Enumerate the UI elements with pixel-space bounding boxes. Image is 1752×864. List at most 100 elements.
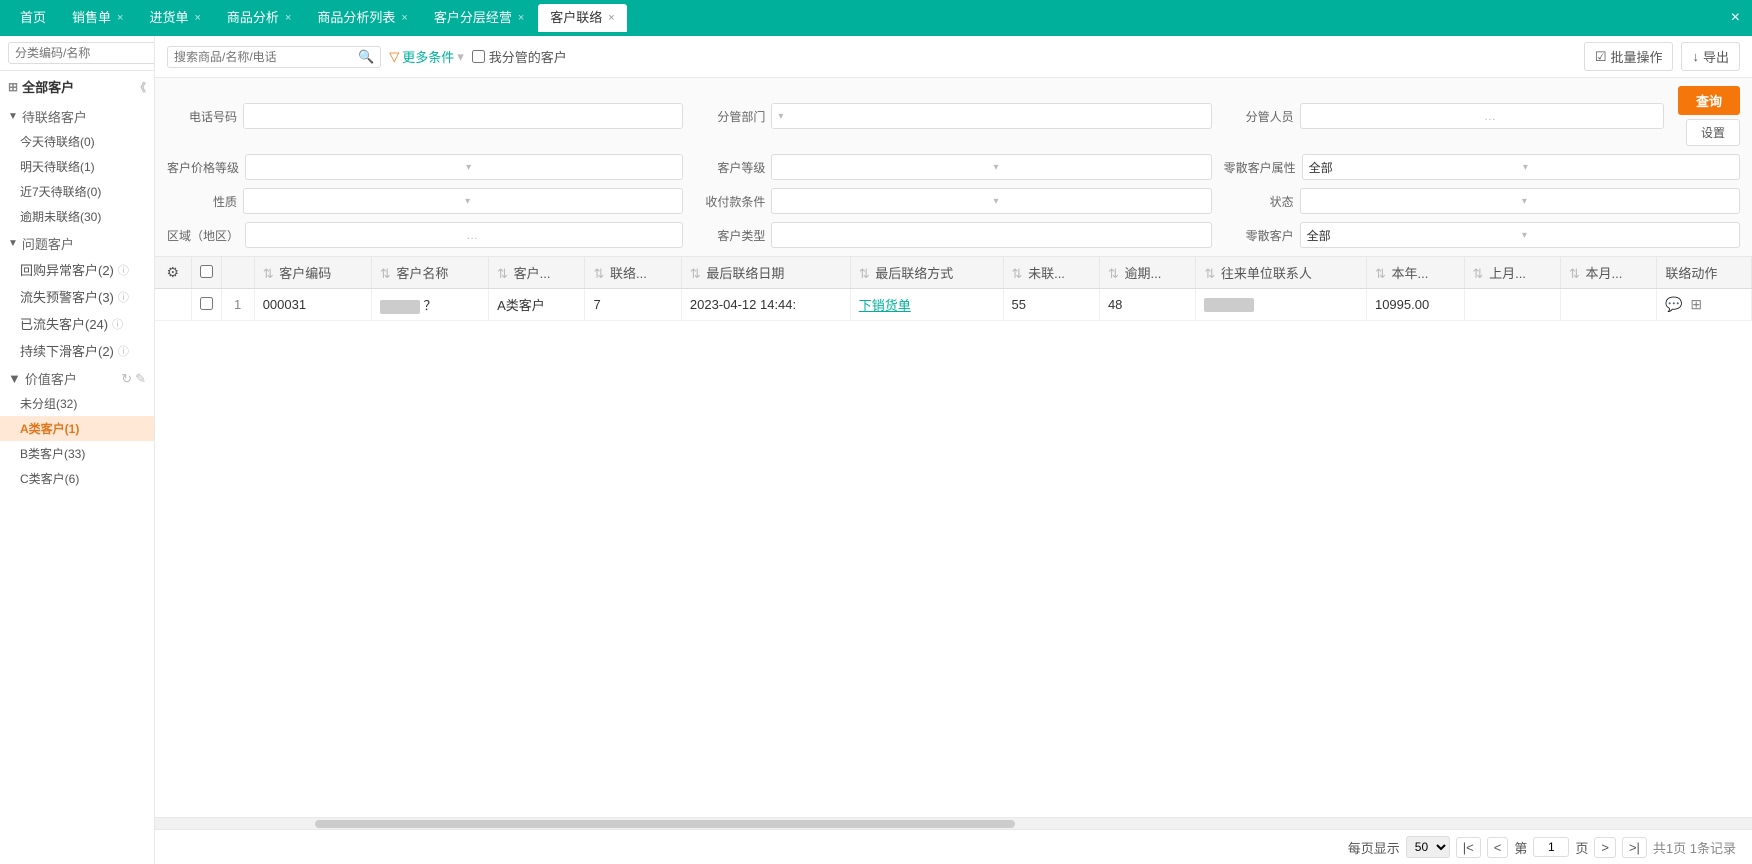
first-page-button[interactable]: |< xyxy=(1456,837,1481,858)
my-customers-checkbox[interactable] xyxy=(472,50,485,63)
col-name-th[interactable]: ⇅ 客户名称 xyxy=(371,257,488,289)
sidebar-problem-group[interactable]: ▼ 问题客户 xyxy=(0,229,154,256)
tab-product-analysis-list[interactable]: 商品分析列表 × xyxy=(305,4,419,32)
refresh-icon[interactable]: ↻ xyxy=(121,371,132,387)
col-last-date-th[interactable]: ⇅ 最后联络日期 xyxy=(681,257,850,289)
sidebar-pending-group[interactable]: ▼ 待联络客户 xyxy=(0,102,154,129)
region-control[interactable]: … xyxy=(245,222,683,248)
row-checkbox[interactable] xyxy=(200,297,213,310)
filter-bar: 🔍 ▽ 更多条件 ▾ 我分管的客户 ☑ 批量操作 ↓ 导出 xyxy=(155,36,1752,78)
filter-search-input[interactable] xyxy=(174,50,354,64)
sidebar-item-tomorrow-pending[interactable]: 明天待联络(1) xyxy=(0,154,154,179)
close-tab-purchase[interactable]: × xyxy=(194,4,200,32)
retail-customer-control[interactable]: 全部 ▾ xyxy=(1300,222,1740,248)
row-action-cell: 💬 ⊞ xyxy=(1657,289,1752,321)
col-level-th[interactable]: ⇅ 客户... xyxy=(489,257,585,289)
contact-qr-icon[interactable]: ⊞ xyxy=(1690,296,1702,312)
window-close-button[interactable]: × xyxy=(1727,5,1744,31)
sidebar-item-repurchase-abnormal[interactable]: 回购异常客户(2) ⓘ xyxy=(0,256,154,283)
col-this-month-th[interactable]: ⇅ 本月... xyxy=(1560,257,1656,289)
col-last-method-th[interactable]: ⇅ 最后联络方式 xyxy=(850,257,1003,289)
tab-product-analysis[interactable]: 商品分析 × xyxy=(215,4,303,32)
contact-chat-icon[interactable]: 💬 xyxy=(1665,296,1682,312)
close-tab-customer-tier[interactable]: × xyxy=(518,4,524,32)
col-this-year-th[interactable]: ⇅ 本年... xyxy=(1366,257,1464,289)
col-name-label: 客户名称 xyxy=(396,266,448,281)
col-last-method-sort: ⇅ xyxy=(859,266,870,281)
sidebar-search-input[interactable] xyxy=(8,42,155,64)
customer-type-label: 客户类型 xyxy=(695,227,765,244)
value-arrow[interactable]: ▼ xyxy=(8,371,21,386)
sidebar-item-b-class[interactable]: B类客户(33) xyxy=(0,441,154,466)
dept-control[interactable]: ▾ xyxy=(771,103,1211,129)
prev-page-button[interactable]: < xyxy=(1487,837,1509,858)
export-button[interactable]: ↓ 导出 xyxy=(1681,42,1740,71)
tab-purchase-order[interactable]: 进货单 × xyxy=(137,4,212,32)
customer-name-blurred xyxy=(380,300,420,314)
close-tab-product-analysis-list[interactable]: × xyxy=(401,4,407,32)
nav-home[interactable]: 首页 xyxy=(8,4,58,32)
pay-cond-control[interactable]: ▾ xyxy=(771,188,1211,214)
filter-more-conditions[interactable]: ▽ 更多条件 ▾ xyxy=(389,47,464,66)
col-code-th[interactable]: ⇅ 客户编码 xyxy=(254,257,371,289)
sidebar-item-churn-warning[interactable]: 流失预警客户(3) ⓘ xyxy=(0,283,154,310)
row-company-contact-cell xyxy=(1196,289,1367,321)
row-no-contact-cell: 55 xyxy=(1003,289,1099,321)
level-arrow: ▾ xyxy=(994,162,1205,173)
sidebar-item-declining[interactable]: 持续下滑客户(2) ⓘ xyxy=(0,337,154,364)
tab-customer-contact[interactable]: 客户联络 × xyxy=(538,4,626,32)
query-button[interactable]: 查询 xyxy=(1678,86,1740,115)
next-page-button[interactable]: > xyxy=(1594,837,1616,858)
filter-search-icon[interactable]: 🔍 xyxy=(358,49,374,65)
sidebar-all-customers[interactable]: ⊞ 全部客户 《 xyxy=(0,71,154,102)
filter-actions: ☑ 批量操作 ↓ 导出 xyxy=(1584,42,1740,71)
sidebar-item-churned[interactable]: 已流失客户(24) ⓘ xyxy=(0,310,154,337)
sidebar-item-7days-pending[interactable]: 近7天待联络(0) xyxy=(0,179,154,204)
col-last-month-th[interactable]: ⇅ 上月... xyxy=(1464,257,1560,289)
per-page-select[interactable]: 50 xyxy=(1406,836,1450,858)
sidebar-item-c-class[interactable]: C类客户(6) xyxy=(0,466,154,491)
last-contact-method-link[interactable]: 下销货单 xyxy=(859,298,911,313)
table-settings-icon[interactable]: ⚙ xyxy=(166,264,179,280)
col-this-month-sort: ⇅ xyxy=(1569,266,1580,281)
sidebar-item-unclassified[interactable]: 未分组(32) xyxy=(0,391,154,416)
select-all-checkbox[interactable] xyxy=(200,265,213,278)
price-level-arrow: ▾ xyxy=(466,162,676,173)
level-control[interactable]: ▾ xyxy=(771,154,1211,180)
col-no-contact-th[interactable]: ⇅ 未联... xyxy=(1003,257,1099,289)
info-icon-0: ⓘ xyxy=(118,262,129,278)
last-page-button[interactable]: >| xyxy=(1622,837,1647,858)
col-company-contact-th[interactable]: ⇅ 往来单位联系人 xyxy=(1196,257,1367,289)
sidebar-item-overdue-pending[interactable]: 逾期未联络(30) xyxy=(0,204,154,229)
col-contacts-th[interactable]: ⇅ 联络... xyxy=(585,257,681,289)
close-tab-product-analysis[interactable]: × xyxy=(285,4,291,32)
filter-row-customer-type: 客户类型 xyxy=(695,222,1211,248)
export-label: 导出 xyxy=(1703,47,1729,66)
page-number-input[interactable] xyxy=(1533,837,1569,857)
edit-icon[interactable]: ✎ xyxy=(135,371,146,387)
tab-customer-tier[interactable]: 客户分层经营 × xyxy=(422,4,536,32)
retail-attr-control[interactable]: 全部 ▾ xyxy=(1302,154,1740,180)
setting-button[interactable]: 设置 xyxy=(1686,119,1740,146)
dept-arrow: ▾ xyxy=(778,111,1204,122)
my-customers-filter[interactable]: 我分管的客户 xyxy=(472,47,567,66)
col-last-date-label: 最后联络日期 xyxy=(706,266,784,281)
person-control[interactable]: … xyxy=(1300,103,1664,129)
filter-search-wrap: 🔍 xyxy=(167,46,381,68)
status-control[interactable]: ▾ xyxy=(1300,188,1740,214)
sidebar-collapse-icon[interactable]: 《 xyxy=(135,79,146,95)
filter-row-retail-customer: 零散客户 全部 ▾ xyxy=(1224,222,1740,248)
sidebar-item-a-class[interactable]: A类客户(1) xyxy=(0,416,154,441)
close-tab-customer-contact[interactable]: × xyxy=(608,4,614,32)
sidebar-item-today-pending[interactable]: 今天待联络(0) xyxy=(0,129,154,154)
batch-ops-button[interactable]: ☑ 批量操作 xyxy=(1584,42,1674,71)
col-overdue-th[interactable]: ⇅ 逾期... xyxy=(1099,257,1195,289)
scroll-thumb[interactable] xyxy=(315,820,1015,828)
tab-sales-order[interactable]: 销售单 × xyxy=(60,4,135,32)
price-level-control[interactable]: ▾ xyxy=(245,154,683,180)
quality-control[interactable]: ▾ xyxy=(243,188,683,214)
close-tab-sales[interactable]: × xyxy=(117,4,123,32)
customer-type-control[interactable] xyxy=(771,222,1211,248)
phone-input-wrap[interactable] xyxy=(243,103,683,129)
horizontal-scrollbar[interactable] xyxy=(155,817,1752,829)
